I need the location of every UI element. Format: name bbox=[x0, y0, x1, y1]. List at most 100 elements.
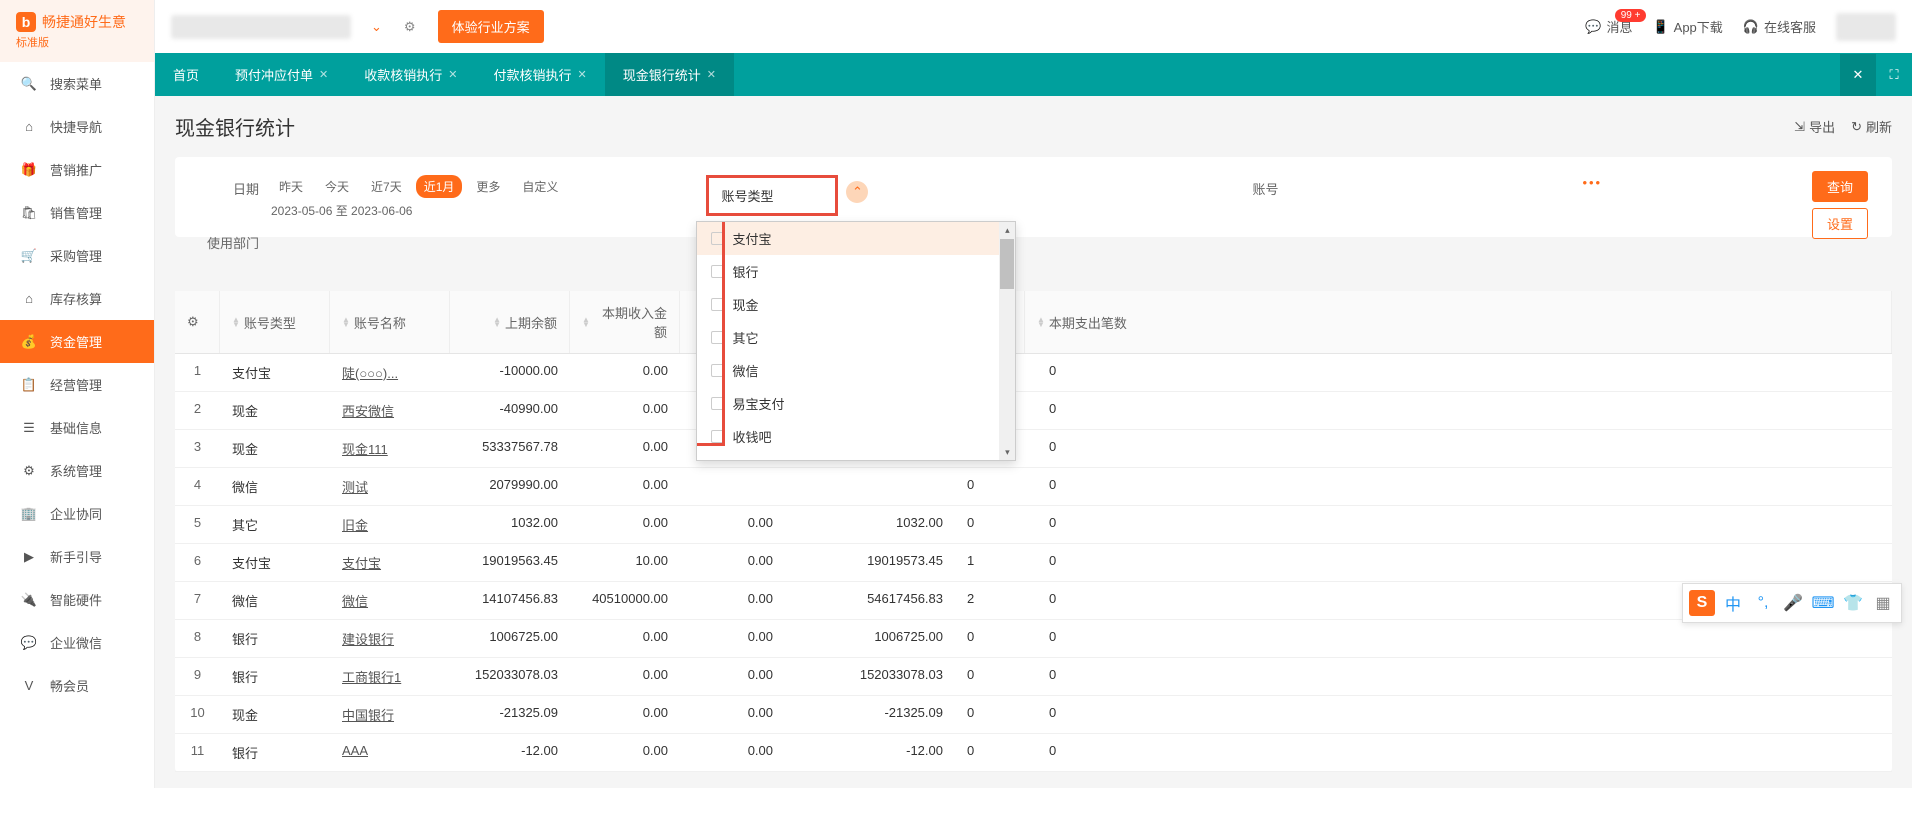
cell-name[interactable]: 陡(○○○)... bbox=[330, 354, 450, 391]
dropdown-item[interactable]: 收钱吧 bbox=[697, 420, 1015, 453]
checkbox[interactable] bbox=[711, 298, 724, 311]
nav-item-6[interactable]: 💰资金管理 bbox=[0, 320, 154, 363]
cell-name[interactable]: 工商银行1 bbox=[330, 658, 450, 695]
nav-item-0[interactable]: 🔍搜索菜单 bbox=[0, 62, 154, 105]
table-row: 1支付宝陡(○○○)...-10000.000.0000 bbox=[175, 354, 1892, 392]
date-chip[interactable]: 自定义 bbox=[514, 175, 566, 198]
col-account-type[interactable]: ▲▼账号类型 bbox=[220, 291, 330, 353]
checkbox[interactable] bbox=[711, 430, 724, 443]
cell-prev: 14107456.83 bbox=[450, 582, 570, 619]
expand-button[interactable]: ⛶ bbox=[1876, 54, 1912, 96]
nav-item-12[interactable]: 🔌智能硬件 bbox=[0, 578, 154, 621]
nav-item-7[interactable]: 📋经营管理 bbox=[0, 363, 154, 406]
nav-item-3[interactable]: 🛍销售管理 bbox=[0, 191, 154, 234]
messages-button[interactable]: 💬 消息 99 + bbox=[1585, 17, 1632, 36]
close-tab-button[interactable]: ✕ bbox=[1840, 54, 1876, 96]
cell-name[interactable]: 中国银行 bbox=[330, 696, 450, 733]
col-prev-balance[interactable]: ▲▼上期余额 bbox=[450, 291, 570, 353]
settings-button[interactable]: 设置 bbox=[1812, 208, 1868, 239]
dropdown-item[interactable]: 微信 bbox=[697, 354, 1015, 387]
account-type-input[interactable] bbox=[783, 188, 803, 203]
tab-0[interactable]: 首页 bbox=[155, 53, 217, 96]
checkbox[interactable] bbox=[711, 265, 724, 278]
tab-2[interactable]: 收款核销执行✕ bbox=[346, 53, 475, 96]
close-icon[interactable]: ✕ bbox=[707, 68, 716, 81]
gear-icon[interactable]: ⚙ bbox=[404, 19, 416, 35]
date-chip[interactable]: 近1月 bbox=[416, 175, 463, 198]
nav-item-9[interactable]: ⚙系统管理 bbox=[0, 449, 154, 492]
checkbox[interactable] bbox=[711, 232, 724, 245]
nav-item-14[interactable]: V畅会员 bbox=[0, 664, 154, 707]
date-chip[interactable]: 昨天 bbox=[271, 175, 311, 198]
table-settings-icon[interactable]: ⚙ bbox=[175, 291, 220, 353]
ime-menu-icon[interactable]: ▦ bbox=[1871, 591, 1895, 615]
nav-item-8[interactable]: ☰基础信息 bbox=[0, 406, 154, 449]
nav-item-1[interactable]: ⌂快捷导航 bbox=[0, 105, 154, 148]
dropdown-item[interactable]: 易宝支付 bbox=[697, 387, 1015, 420]
nav-item-5[interactable]: ⌂库存核算 bbox=[0, 277, 154, 320]
support-button[interactable]: 🎧 在线客服 bbox=[1743, 17, 1816, 36]
ime-keyboard-icon[interactable]: ⌨ bbox=[1811, 591, 1835, 615]
company-name[interactable] bbox=[171, 15, 351, 39]
dropdown-item[interactable]: 现金 bbox=[697, 288, 1015, 321]
dropdown-item[interactable]: 支付宝 bbox=[697, 222, 1015, 255]
cell-name[interactable]: 支付宝 bbox=[330, 544, 450, 581]
cell-name[interactable]: 旧金 bbox=[330, 506, 450, 543]
tab-4[interactable]: 现金银行统计✕ bbox=[605, 53, 734, 96]
dropdown-scrollbar[interactable]: ▴ ▾ bbox=[999, 222, 1015, 460]
close-icon[interactable]: ✕ bbox=[578, 68, 587, 81]
account-type-filter[interactable]: 账号类型 bbox=[706, 175, 838, 216]
ime-mic-icon[interactable]: 🎤 bbox=[1781, 591, 1805, 615]
nav-icon: 🎁 bbox=[20, 161, 38, 179]
cell-c1: 2 bbox=[955, 582, 1025, 619]
date-chip[interactable]: 今天 bbox=[317, 175, 357, 198]
chevron-down-icon[interactable]: ⌄ bbox=[371, 19, 382, 35]
export-button[interactable]: ⇲ 导出 bbox=[1794, 117, 1835, 136]
scroll-down-icon[interactable]: ▾ bbox=[999, 444, 1015, 460]
cell-name[interactable]: AAA bbox=[330, 734, 450, 771]
ime-skin-icon[interactable]: 👕 bbox=[1841, 591, 1865, 615]
nav-item-10[interactable]: 🏢企业协同 bbox=[0, 492, 154, 535]
app-download-button[interactable]: 📱 App下载 bbox=[1652, 17, 1722, 36]
cell-name[interactable]: 现金111 bbox=[330, 430, 450, 467]
date-chip[interactable]: 更多 bbox=[468, 175, 508, 198]
nav-item-13[interactable]: 💬企业微信 bbox=[0, 621, 154, 664]
checkbox[interactable] bbox=[711, 364, 724, 377]
query-button[interactable]: 查询 bbox=[1812, 171, 1868, 202]
nav-item-4[interactable]: 🛒采购管理 bbox=[0, 234, 154, 277]
logo-name: 畅捷通好生意 bbox=[42, 12, 126, 32]
collapse-icon[interactable]: ⌃ bbox=[846, 181, 868, 203]
nav-icon: ⌂ bbox=[20, 118, 38, 136]
nav-item-11[interactable]: ▶新手引导 bbox=[0, 535, 154, 578]
ime-lang-icon[interactable]: 中 bbox=[1721, 591, 1745, 615]
cell-name[interactable]: 测试 bbox=[330, 468, 450, 505]
cell-income: 0.00 bbox=[570, 430, 680, 467]
dropdown-item[interactable]: 其它 bbox=[697, 321, 1015, 354]
tab-1[interactable]: 预付冲应付单✕ bbox=[217, 53, 346, 96]
col-account-name[interactable]: ▲▼账号名称 bbox=[330, 291, 450, 353]
tab-3[interactable]: 付款核销执行✕ bbox=[475, 53, 604, 96]
nav-item-2[interactable]: 🎁营销推广 bbox=[0, 148, 154, 191]
try-plan-button[interactable]: 体验行业方案 bbox=[438, 10, 544, 43]
checkbox[interactable] bbox=[711, 331, 724, 344]
close-icon[interactable]: ✕ bbox=[319, 68, 328, 81]
cell-name[interactable]: 微信 bbox=[330, 582, 450, 619]
ime-toolbar[interactable]: S 中 °, 🎤 ⌨ 👕 ▦ bbox=[1682, 583, 1902, 623]
cell-name[interactable]: 建设银行 bbox=[330, 620, 450, 657]
dropdown-item[interactable]: 银行 bbox=[697, 255, 1015, 288]
checkbox[interactable] bbox=[711, 397, 724, 410]
scroll-thumb[interactable] bbox=[1000, 239, 1014, 289]
cell-name[interactable]: 西安微信 bbox=[330, 392, 450, 429]
close-icon[interactable]: ✕ bbox=[448, 68, 457, 81]
avatar[interactable] bbox=[1836, 13, 1896, 41]
date-chip[interactable]: 近7天 bbox=[363, 175, 410, 198]
cell-out-count: 0 bbox=[1025, 506, 1892, 543]
col-out-count[interactable]: ▲▼本期支出笔数 bbox=[1025, 291, 1892, 353]
ime-punct-icon[interactable]: °, bbox=[1751, 591, 1775, 615]
col-income[interactable]: ▲▼本期收入金额 bbox=[570, 291, 680, 353]
cell-prev: 1032.00 bbox=[450, 506, 570, 543]
more-dots-icon[interactable]: ••• bbox=[1582, 175, 1602, 190]
dropdown-item[interactable]: 长沙银行 bbox=[697, 453, 1015, 461]
scroll-up-icon[interactable]: ▴ bbox=[999, 222, 1015, 238]
refresh-button[interactable]: ↻ 刷新 bbox=[1851, 117, 1892, 136]
